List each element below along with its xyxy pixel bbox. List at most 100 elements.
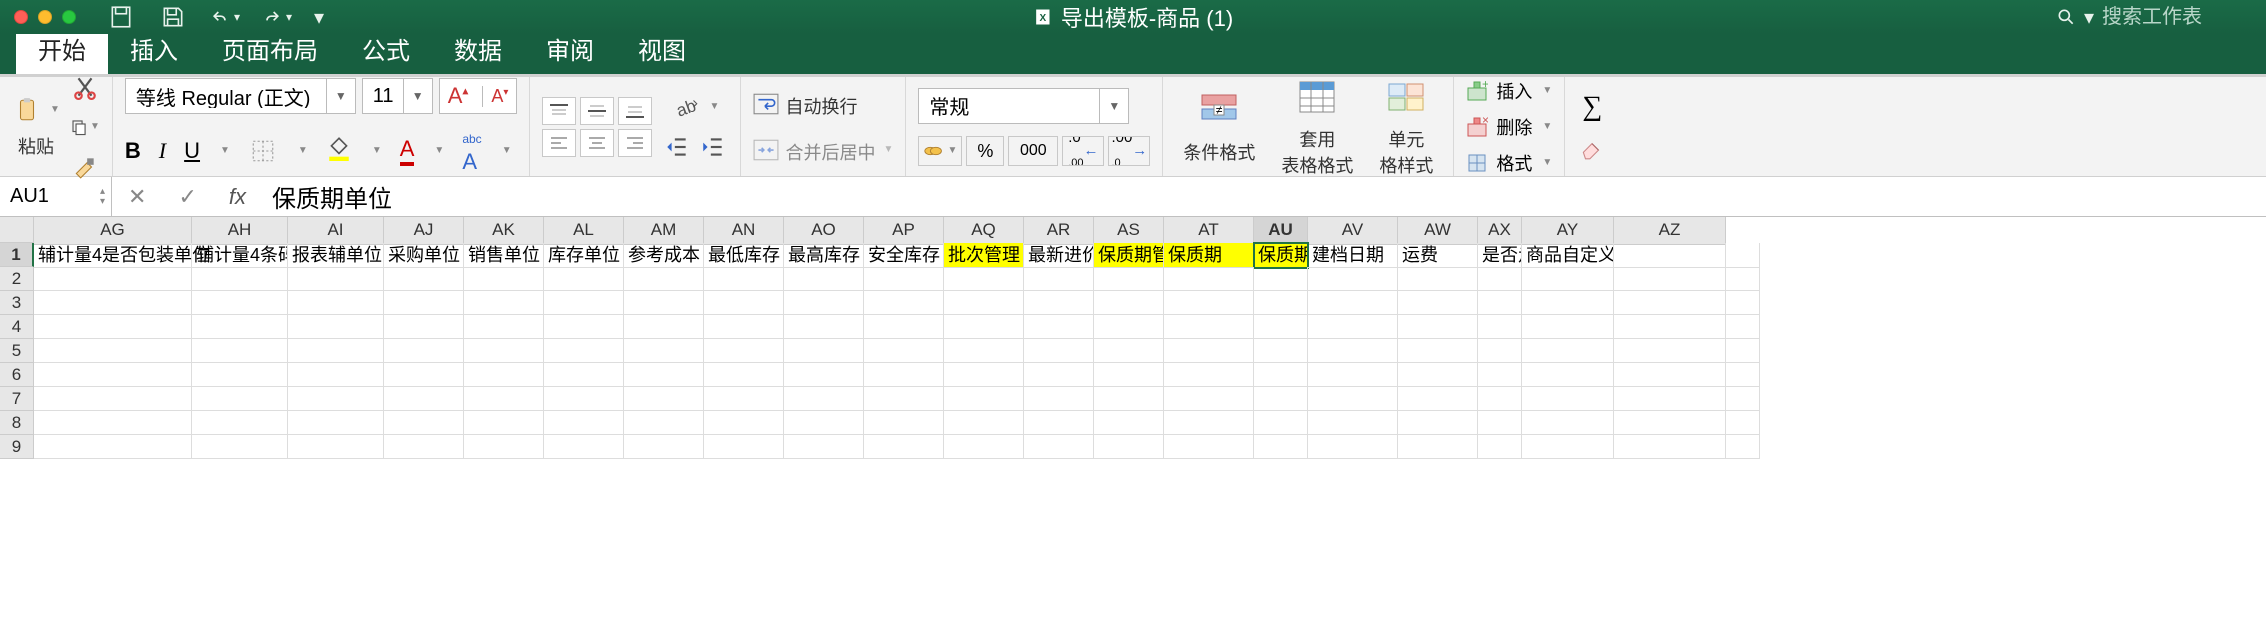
cell[interactable]	[1522, 435, 1614, 459]
column-headers[interactable]: AGAHAIAJAKALAMANAOAPAQARASATAUAVAWAXAYAZ	[34, 217, 2266, 243]
cell[interactable]: 保质期单位	[1254, 243, 1308, 268]
cell[interactable]	[864, 387, 944, 411]
cell[interactable]: 保质期	[1164, 243, 1254, 268]
cell[interactable]	[1614, 411, 1726, 435]
cell[interactable]	[1522, 267, 1614, 291]
cell[interactable]	[192, 339, 288, 363]
insert-cells-button[interactable]: +插入▼	[1466, 77, 1552, 105]
cell[interactable]	[34, 363, 192, 387]
cell[interactable]	[384, 267, 464, 291]
cell[interactable]	[1254, 315, 1308, 339]
cell[interactable]	[464, 315, 544, 339]
bold-button[interactable]: B	[125, 138, 141, 164]
column-header[interactable]: AV	[1308, 217, 1398, 245]
cell-styles-button[interactable]: 单元 格样式	[1371, 76, 1441, 178]
column-header[interactable]: AS	[1094, 217, 1164, 245]
cell[interactable]	[1726, 387, 1760, 411]
column-header[interactable]: AL	[544, 217, 624, 245]
cell[interactable]	[1478, 267, 1522, 291]
cell[interactable]	[1522, 363, 1614, 387]
cell[interactable]	[1614, 387, 1726, 411]
row-header[interactable]: 6	[0, 363, 34, 387]
cell[interactable]	[288, 435, 384, 459]
cell[interactable]	[1522, 315, 1614, 339]
increase-font-icon[interactable]: A▴	[440, 83, 477, 109]
row-header[interactable]: 4	[0, 315, 34, 339]
row-header[interactable]: 8	[0, 411, 34, 435]
cell[interactable]	[1254, 267, 1308, 291]
cell[interactable]	[944, 339, 1024, 363]
cell[interactable]	[1726, 435, 1760, 459]
cell[interactable]	[384, 435, 464, 459]
cell[interactable]	[624, 411, 704, 435]
orientation-icon[interactable]: ab	[672, 92, 702, 122]
cell[interactable]: 辅计量4条码	[192, 243, 288, 268]
undo-icon[interactable]: ▾	[210, 2, 240, 32]
cell[interactable]	[704, 387, 784, 411]
cell[interactable]: 库存单位	[544, 243, 624, 268]
cell[interactable]	[464, 435, 544, 459]
row-header[interactable]: 3	[0, 291, 34, 315]
cell[interactable]	[1308, 339, 1398, 363]
font-size-combo[interactable]: ▼	[362, 78, 433, 114]
cell[interactable]	[1398, 411, 1478, 435]
cell[interactable]: 安全库存	[864, 243, 944, 268]
decrease-decimal-icon[interactable]: .00.0→	[1108, 136, 1150, 166]
cell[interactable]	[864, 411, 944, 435]
font-color-icon[interactable]: A	[400, 136, 415, 166]
row-header[interactable]: 9	[0, 435, 34, 459]
cut-icon[interactable]	[70, 72, 100, 102]
cell[interactable]	[624, 363, 704, 387]
cell[interactable]	[544, 363, 624, 387]
cell[interactable]	[1164, 363, 1254, 387]
search-input[interactable]	[2102, 6, 2252, 29]
cell[interactable]	[624, 267, 704, 291]
cells-area[interactable]: 辅计量4是否包装单位辅计量4条码报表辅单位采购单位销售单位库存单位参考成本最低库…	[34, 243, 2266, 459]
cell[interactable]	[1024, 267, 1094, 291]
cell[interactable]	[784, 435, 864, 459]
cell[interactable]	[1254, 339, 1308, 363]
cell[interactable]	[1024, 435, 1094, 459]
cell[interactable]	[384, 339, 464, 363]
cell[interactable]	[288, 291, 384, 315]
cell[interactable]	[704, 339, 784, 363]
cell[interactable]: 辅计量4是否包装单位	[34, 243, 192, 268]
column-header[interactable]: AZ	[1614, 217, 1726, 245]
autosum-icon[interactable]: ∑	[1582, 91, 1602, 123]
cell[interactable]	[384, 291, 464, 315]
phonetic-icon[interactable]: abcA	[462, 126, 481, 175]
cell[interactable]	[1094, 411, 1164, 435]
column-header[interactable]: AO	[784, 217, 864, 245]
align-left-icon[interactable]	[542, 129, 576, 157]
cell[interactable]	[1478, 315, 1522, 339]
cell[interactable]	[1726, 339, 1760, 363]
cell[interactable]	[544, 387, 624, 411]
cell[interactable]	[784, 387, 864, 411]
cell[interactable]: 最新进价	[1024, 243, 1094, 268]
cell[interactable]	[464, 387, 544, 411]
cell[interactable]	[1308, 315, 1398, 339]
cell[interactable]	[34, 411, 192, 435]
cell[interactable]	[288, 411, 384, 435]
delete-cells-button[interactable]: ×删除▼	[1466, 113, 1552, 141]
cell[interactable]	[944, 291, 1024, 315]
cell[interactable]	[1522, 387, 1614, 411]
cell[interactable]	[1308, 363, 1398, 387]
align-middle-icon[interactable]	[580, 97, 614, 125]
cell[interactable]	[1024, 291, 1094, 315]
cell[interactable]	[1398, 291, 1478, 315]
cell[interactable]	[192, 291, 288, 315]
column-header[interactable]: AH	[192, 217, 288, 245]
close-window-button[interactable]	[14, 10, 28, 24]
cell[interactable]	[704, 363, 784, 387]
cell[interactable]	[1614, 339, 1726, 363]
cell[interactable]	[544, 435, 624, 459]
cell[interactable]	[784, 411, 864, 435]
cell[interactable]: 运费	[1398, 243, 1478, 268]
column-header[interactable]: AT	[1164, 217, 1254, 245]
cell[interactable]: 批次管理	[944, 243, 1024, 268]
cell[interactable]	[1308, 267, 1398, 291]
cell[interactable]	[1478, 339, 1522, 363]
format-cells-button[interactable]: 格式▼	[1466, 149, 1552, 177]
font-size-input[interactable]	[363, 85, 403, 108]
